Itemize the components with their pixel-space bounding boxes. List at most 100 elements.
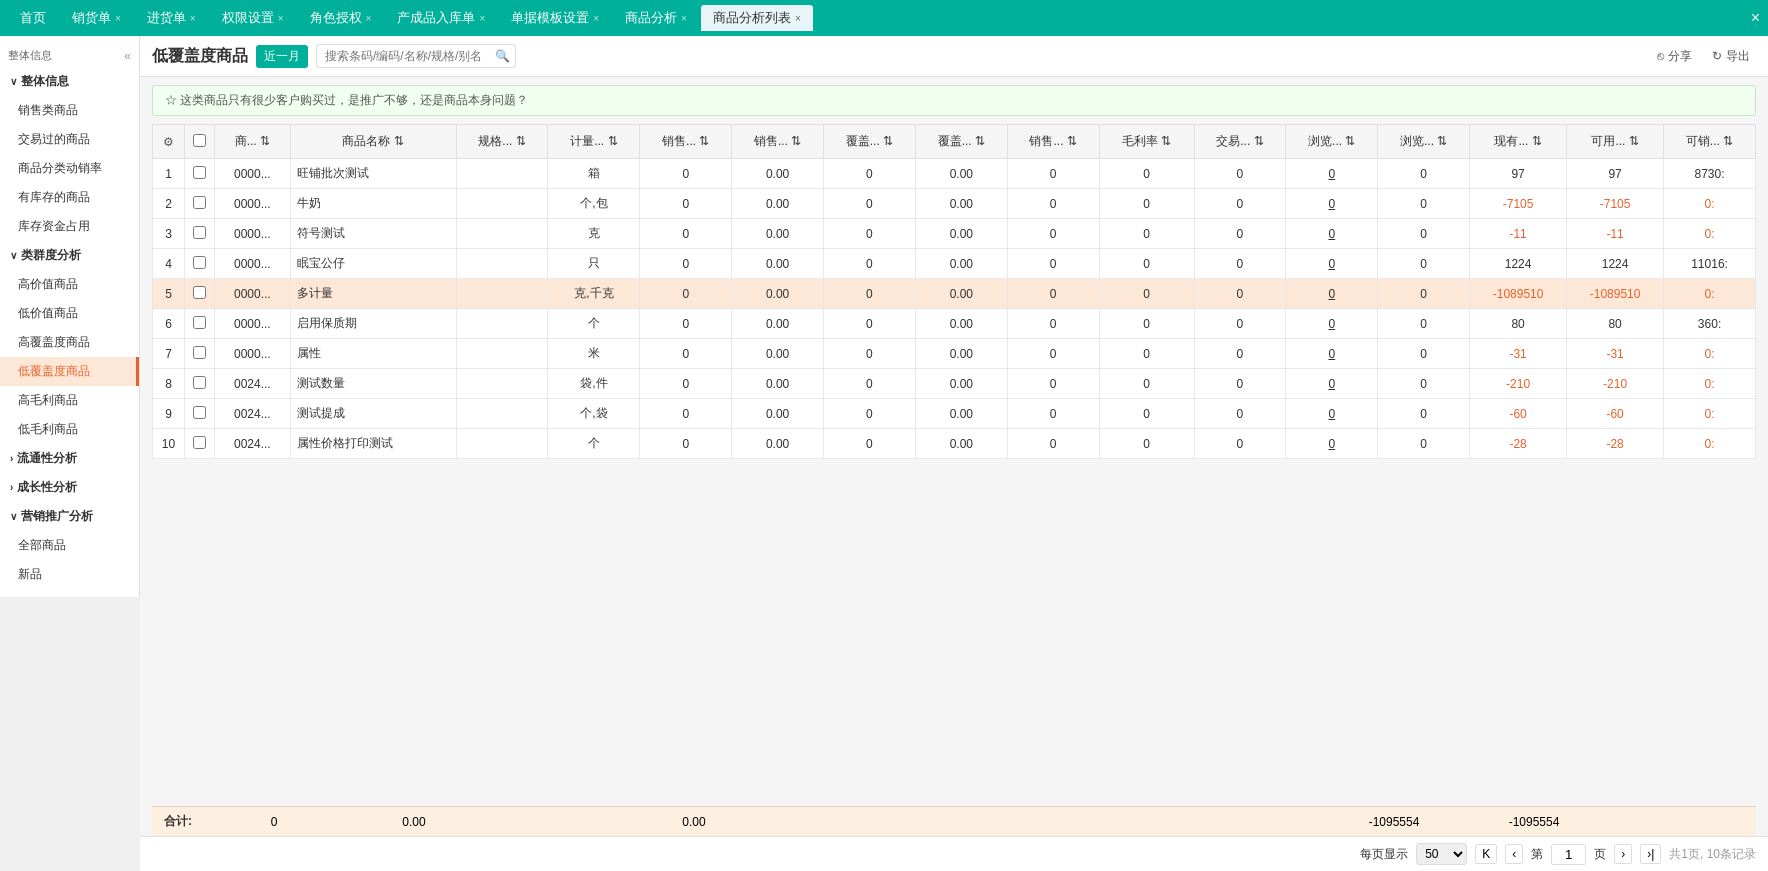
close-template-tab[interactable]: ×	[593, 13, 599, 24]
sort-cover1[interactable]: 覆盖... ⇅	[830, 133, 909, 150]
cell-checkbox[interactable]	[185, 159, 215, 189]
cell-checkbox[interactable]	[185, 339, 215, 369]
th-trade[interactable]: 交易... ⇅	[1194, 125, 1286, 159]
sort-stock-avail[interactable]: 可用... ⇅	[1573, 133, 1657, 150]
th-sales3[interactable]: 销售... ⇅	[1007, 125, 1099, 159]
cell-name[interactable]: 眠宝公仔	[290, 249, 456, 279]
nav-tab-purchase[interactable]: 进货单 ×	[135, 5, 208, 31]
sidebar-item-all-goods[interactable]: 全部商品	[0, 531, 139, 560]
th-sales-qty[interactable]: 销售... ⇅	[640, 125, 732, 159]
sidebar-item-high-coverage[interactable]: 高覆盖度商品	[0, 328, 139, 357]
cell-checkbox[interactable]	[185, 369, 215, 399]
cell-name[interactable]: 测试提成	[290, 399, 456, 429]
first-page-btn[interactable]: K	[1475, 844, 1497, 864]
sort-spec[interactable]: 规格... ⇅	[463, 133, 542, 150]
th-spec[interactable]: 规格... ⇅	[456, 125, 548, 159]
th-cover1[interactable]: 覆盖... ⇅	[824, 125, 916, 159]
th-name[interactable]: 商品名称 ⇅	[290, 125, 456, 159]
cell-view1[interactable]: 0	[1286, 159, 1378, 189]
sort-name[interactable]: 商品名称 ⇅	[297, 133, 450, 150]
sort-sales-qty[interactable]: 销售... ⇅	[646, 133, 725, 150]
th-sales-amt[interactable]: 销售... ⇅	[732, 125, 824, 159]
cell-name[interactable]: 启用保质期	[290, 309, 456, 339]
cell-checkbox[interactable]	[185, 429, 215, 459]
cell-checkbox[interactable]	[185, 189, 215, 219]
sort-stock-cur[interactable]: 现有... ⇅	[1476, 133, 1560, 150]
th-unit[interactable]: 计量... ⇅	[548, 125, 640, 159]
sort-view1[interactable]: 浏览... ⇅	[1292, 133, 1371, 150]
cell-checkbox[interactable]	[185, 219, 215, 249]
sidebar-group-overall[interactable]: ∨ 整体信息	[0, 67, 139, 96]
cell-checkbox[interactable]	[185, 279, 215, 309]
th-stock-cur[interactable]: 现有... ⇅	[1470, 125, 1567, 159]
period-button[interactable]: 近一月	[256, 45, 308, 68]
cell-view1[interactable]: 0	[1286, 369, 1378, 399]
cell-view1[interactable]: 0	[1286, 249, 1378, 279]
cell-view1[interactable]: 0	[1286, 309, 1378, 339]
sort-sales3[interactable]: 销售... ⇅	[1014, 133, 1093, 150]
table-wrapper[interactable]: ⚙ 商... ⇅ 商品名称 ⇅ 规格... ⇅	[152, 124, 1756, 806]
sort-view2[interactable]: 浏览... ⇅	[1384, 133, 1463, 150]
sort-stock-sale[interactable]: 可销... ⇅	[1670, 133, 1749, 150]
th-checkbox[interactable]	[185, 125, 215, 159]
th-stock-avail[interactable]: 可用... ⇅	[1567, 125, 1664, 159]
cell-name[interactable]: 符号测试	[290, 219, 456, 249]
nav-tab-product[interactable]: 产成品入库单 ×	[385, 5, 497, 31]
nav-tab-permission[interactable]: 权限设置 ×	[210, 5, 296, 31]
cell-view1[interactable]: 0	[1286, 189, 1378, 219]
close-product-tab[interactable]: ×	[479, 13, 485, 24]
export-button[interactable]: ↻ 导出	[1706, 45, 1756, 68]
sidebar-item-sales-goods[interactable]: 销售类商品	[0, 96, 139, 125]
cell-checkbox[interactable]	[185, 249, 215, 279]
cell-checkbox[interactable]	[185, 309, 215, 339]
sidebar-item-high-value[interactable]: 高价值商品	[0, 270, 139, 299]
close-analysis-tab[interactable]: ×	[681, 13, 687, 24]
sort-gross[interactable]: 毛利率 ⇅	[1106, 133, 1188, 150]
close-role-tab[interactable]: ×	[366, 13, 372, 24]
sidebar-item-low-coverage[interactable]: 低覆盖度商品	[0, 357, 139, 386]
sidebar-group-liquidity[interactable]: › 流通性分析	[0, 444, 139, 473]
sort-trade[interactable]: 交易... ⇅	[1201, 133, 1280, 150]
next-page-btn[interactable]: ›	[1614, 844, 1632, 864]
nav-tab-analysis[interactable]: 商品分析 ×	[613, 5, 699, 31]
nav-tab-home[interactable]: 首页	[8, 5, 58, 31]
sidebar-group-marketing[interactable]: ∨ 营销推广分析	[0, 502, 139, 531]
cell-checkbox[interactable]	[185, 399, 215, 429]
page-input[interactable]	[1551, 844, 1586, 865]
sort-cover2[interactable]: 覆盖... ⇅	[922, 133, 1001, 150]
close-purchase-tab[interactable]: ×	[190, 13, 196, 24]
th-gross[interactable]: 毛利率 ⇅	[1099, 125, 1194, 159]
search-input[interactable]	[316, 44, 516, 68]
last-page-btn[interactable]: ›|	[1640, 844, 1661, 864]
settings-icon[interactable]: ⚙	[163, 135, 174, 149]
close-all-tabs[interactable]: ×	[1751, 9, 1760, 27]
th-settings[interactable]: ⚙	[153, 125, 185, 159]
cell-view1[interactable]: 0	[1286, 279, 1378, 309]
sidebar-group-cluster[interactable]: ∨ 类群度分析	[0, 241, 139, 270]
sidebar-item-stock-capital[interactable]: 库存资金占用	[0, 212, 139, 241]
sidebar-item-low-margin[interactable]: 低毛利商品	[0, 415, 139, 444]
share-button[interactable]: ⎋ 分享	[1651, 45, 1698, 68]
cell-view1[interactable]: 0	[1286, 339, 1378, 369]
close-permission-tab[interactable]: ×	[278, 13, 284, 24]
sort-code[interactable]: 商... ⇅	[221, 133, 284, 150]
nav-tab-analysis-list[interactable]: 商品分析列表 ×	[701, 5, 813, 31]
sidebar-item-new-goods[interactable]: 新品	[0, 560, 139, 589]
th-code[interactable]: 商... ⇅	[215, 125, 291, 159]
sidebar-item-high-margin[interactable]: 高毛利商品	[0, 386, 139, 415]
th-cover2[interactable]: 覆盖... ⇅	[915, 125, 1007, 159]
nav-tab-template[interactable]: 单据模板设置 ×	[499, 5, 611, 31]
cell-name[interactable]: 测试数量	[290, 369, 456, 399]
nav-tab-sales[interactable]: 销货单 ×	[60, 5, 133, 31]
sort-sales-amt[interactable]: 销售... ⇅	[738, 133, 817, 150]
sidebar-item-low-value[interactable]: 低价值商品	[0, 299, 139, 328]
sidebar-group-growth[interactable]: › 成长性分析	[0, 473, 139, 502]
th-view1[interactable]: 浏览... ⇅	[1286, 125, 1378, 159]
close-sales-tab[interactable]: ×	[115, 13, 121, 24]
cell-view1[interactable]: 0	[1286, 399, 1378, 429]
close-analysis-list-tab[interactable]: ×	[795, 13, 801, 24]
sidebar-item-stocked-goods[interactable]: 有库存的商品	[0, 183, 139, 212]
sidebar-item-traded-goods[interactable]: 交易过的商品	[0, 125, 139, 154]
sidebar-item-category-rate[interactable]: 商品分类动销率	[0, 154, 139, 183]
cell-view1[interactable]: 0	[1286, 219, 1378, 249]
